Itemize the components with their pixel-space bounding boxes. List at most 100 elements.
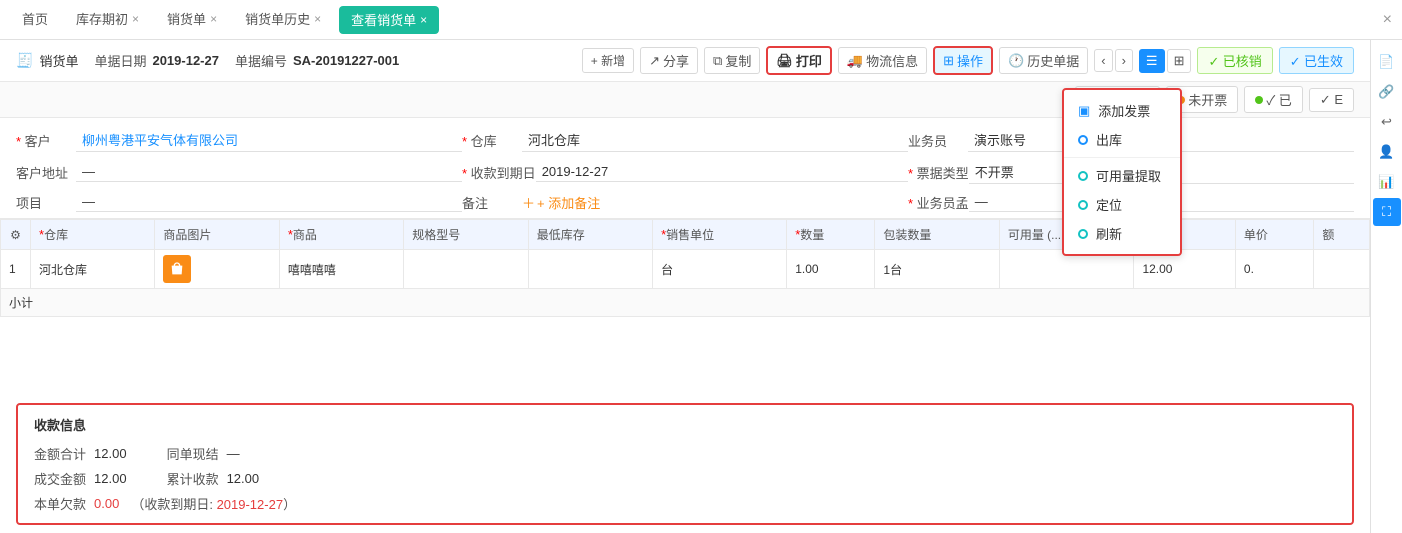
project-field: 项目 —	[16, 192, 462, 212]
addr-value: —	[76, 162, 462, 182]
confirm-button[interactable]: ✓ 已	[1244, 86, 1303, 113]
history-icon: 🕐	[1008, 53, 1024, 69]
copy-button[interactable]: ⧉ 复制	[704, 47, 760, 74]
add-invoice-item[interactable]: ▣ 添加发票	[1064, 96, 1180, 125]
payment-value: 2019-12-27	[536, 162, 908, 182]
operation-button[interactable]: ⊞ 操作	[933, 46, 993, 75]
avail-extract-item[interactable]: 可用量提取	[1064, 161, 1180, 190]
logistics-button[interactable]: 🚚 物流信息	[838, 47, 927, 74]
row-pkg-qty: 1台	[875, 250, 999, 289]
new-button[interactable]: + 新增	[582, 48, 634, 73]
dropdown-divider	[1064, 157, 1180, 158]
close-inventory-tab[interactable]: ×	[132, 12, 139, 26]
share-icon: ↗	[649, 53, 660, 69]
refresh-item[interactable]: 刷新	[1064, 219, 1180, 248]
payment-field: 收款到期日 2019-12-27	[462, 162, 908, 182]
print-icon: 🖨	[776, 53, 793, 69]
col-min-stock: 最低库存	[528, 220, 652, 250]
salesman-label: 业务员孟	[908, 193, 969, 212]
close-view-tab[interactable]: ×	[420, 13, 427, 27]
warehouse-value: 河北仓库	[522, 128, 908, 152]
next-button[interactable]: ›	[1115, 49, 1133, 72]
row-warehouse: 河北仓库	[31, 250, 155, 289]
tab-view-sales[interactable]: 查看销货单 ×	[339, 6, 439, 34]
product-image	[163, 255, 191, 283]
print-button[interactable]: 🖨 打印	[766, 46, 832, 75]
tab-bar: 首页 库存期初 × 销货单 × 销货单历史 × 查看销货单 × ×	[0, 0, 1402, 40]
col-product: *商品	[279, 220, 403, 250]
locate-circle-icon	[1078, 200, 1088, 210]
summary-box: 收款信息 金额合计 12.00 同单现结 — 成交金额 12.00 累计收款	[16, 403, 1354, 525]
effect-button[interactable]: ✓ 已生效	[1279, 47, 1354, 74]
col-image: 商品图片	[155, 220, 279, 250]
owed-label: 本单欠款	[34, 494, 86, 513]
total-amount-label: 金额合计	[34, 444, 86, 463]
share-button[interactable]: ↗ 分享	[640, 47, 698, 74]
row-spec	[404, 250, 528, 289]
same-order-field: 同单现结 —	[167, 444, 240, 463]
deal-amount-value: 12.00	[94, 471, 127, 486]
add-note-button[interactable]: ＋ + 添加备注	[522, 193, 600, 212]
customer-value[interactable]: 柳州粤港平安气体有限公司	[76, 128, 462, 152]
project-label: 项目	[16, 193, 76, 212]
col-unit: *销售单位	[653, 220, 787, 250]
refresh-circle-icon	[1078, 229, 1088, 239]
col-settings[interactable]: ⚙	[1, 220, 31, 250]
row-no: 1	[1, 250, 31, 289]
sidebar-link-icon[interactable]: 🔗	[1373, 78, 1401, 106]
row-image	[155, 250, 279, 289]
sidebar-return-icon[interactable]: ↩	[1373, 108, 1401, 136]
same-order-label: 同单现结	[167, 444, 219, 463]
close-history-tab[interactable]: ×	[314, 12, 321, 26]
col-warehouse: *仓库	[31, 220, 155, 250]
effect-check-icon: ✓	[1290, 54, 1301, 69]
customer-field: 客户 柳州粤港平安气体有限公司	[16, 128, 462, 152]
outbound-item[interactable]: 出库	[1064, 125, 1180, 154]
close-sales-tab[interactable]: ×	[210, 12, 217, 26]
customer-label: 客户	[16, 131, 76, 150]
row-amount	[1314, 250, 1370, 289]
doc-header: 🧾 销货单 单据日期 2019-12-27 单据编号 SA-20191227-0…	[0, 40, 1370, 82]
sidebar-chart-icon[interactable]: 📊	[1373, 168, 1401, 196]
list-view-button[interactable]: ☰	[1139, 49, 1165, 73]
plus-icon: ＋	[522, 193, 535, 212]
sidebar-expand-icon[interactable]: ⛶	[1373, 198, 1401, 226]
close-all-button[interactable]: ×	[1383, 11, 1392, 29]
history-button[interactable]: 🕐 历史单据	[999, 47, 1088, 74]
voided-button[interactable]: ✓ 已核销	[1197, 47, 1272, 74]
doc-date-meta: 单据日期 2019-12-27	[94, 51, 219, 70]
col-price: 单价	[1235, 220, 1313, 250]
sidebar-user-icon[interactable]: 👤	[1373, 138, 1401, 166]
nav-arrows: ‹ ›	[1094, 49, 1133, 72]
confirm-dot	[1255, 96, 1263, 104]
sales-order-icon: 🧾	[16, 52, 33, 69]
addr-label: 客户地址	[16, 163, 76, 182]
locate-item[interactable]: 定位	[1064, 190, 1180, 219]
owed-field: 本单欠款 0.00 （收款到期日: 2019-12-27）	[34, 494, 296, 513]
doc-title-text: 销货单	[39, 51, 78, 70]
check-icon: ✓	[1208, 54, 1219, 69]
owed-value: 0.00	[94, 496, 119, 511]
deal-amount-field: 成交金额 12.00	[34, 469, 127, 488]
summary-row-1: 金额合计 12.00 同单现结 —	[34, 444, 1336, 463]
grid-view-button[interactable]: ⊞	[1167, 49, 1192, 73]
copy-icon: ⧉	[713, 53, 722, 69]
addr-field: 客户地址 —	[16, 162, 462, 182]
col-spec: 规格型号	[404, 220, 528, 250]
project-value: —	[76, 192, 462, 212]
cum-payment-value: 12.00	[227, 471, 260, 486]
row-price: 0.	[1235, 250, 1313, 289]
owed-note: （收款到期日: 2019-12-27）	[131, 494, 296, 513]
operator-label: 业务员	[908, 131, 968, 150]
tab-inventory[interactable]: 库存期初 ×	[62, 0, 153, 40]
tab-sales-history[interactable]: 销货单历史 ×	[231, 0, 335, 40]
checkmark-button[interactable]: ✓ E	[1309, 88, 1354, 112]
col-amount: 额	[1314, 220, 1370, 250]
prev-button[interactable]: ‹	[1094, 49, 1112, 72]
doc-title: 🧾 销货单	[16, 51, 78, 70]
summary-row-2: 成交金额 12.00 累计收款 12.00	[34, 469, 1336, 488]
tab-sales[interactable]: 销货单 ×	[153, 0, 231, 40]
sidebar-doc-icon[interactable]: 📄	[1373, 48, 1401, 76]
tab-home[interactable]: 首页	[8, 0, 62, 40]
total-amount-value: 12.00	[94, 446, 127, 461]
